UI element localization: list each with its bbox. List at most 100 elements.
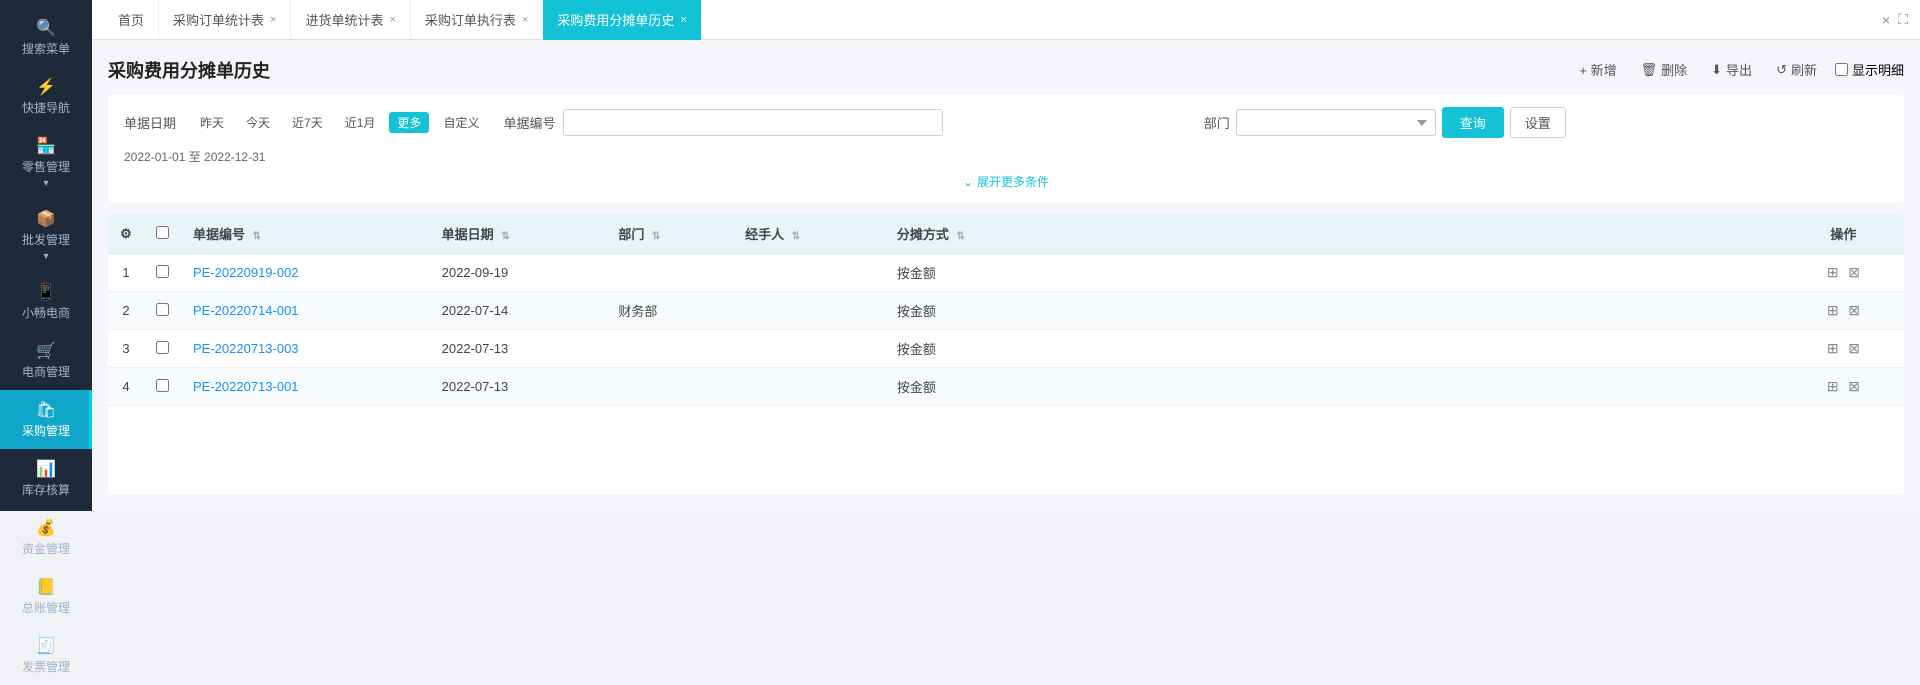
more-ops-icon[interactable]: ⊠ xyxy=(1848,302,1860,318)
refresh-button[interactable]: ↺ 刷新 xyxy=(1770,56,1823,83)
export-button[interactable]: ⬇ 导出 xyxy=(1705,56,1758,83)
tab-close-icon[interactable]: × xyxy=(522,14,528,26)
row-handler xyxy=(733,292,885,330)
row-dept xyxy=(606,330,733,368)
settings-button[interactable]: 设置 xyxy=(1510,107,1566,138)
select-all-checkbox[interactable] xyxy=(156,226,169,239)
show-cols-checkbox[interactable]: 显示明细 xyxy=(1835,60,1904,79)
sidebar-item-wholesale[interactable]: 📦批发管理 ▾ xyxy=(0,199,92,272)
tab-label: 进货单统计表 xyxy=(305,10,383,29)
sidebar-item-invoice[interactable]: 🧾发票管理 xyxy=(0,626,92,685)
sidebar-item-retail[interactable]: 🏪零售管理 ▾ xyxy=(0,126,92,199)
sidebar-item-purchase[interactable]: 🛍 采购管理 xyxy=(0,390,92,449)
sort-doc-date-icon[interactable]: ⇅ xyxy=(501,231,509,242)
page-content: 采购费用分摊单历史 + 新增 🗑 删除 ⬇ 导出 ↺ 刷新 显示明细 xyxy=(92,40,1920,511)
header-actions: + 新增 🗑 删除 ⬇ 导出 ↺ 刷新 显示明细 xyxy=(1573,56,1904,83)
sort-dept-icon[interactable]: ⇅ xyxy=(652,231,660,242)
row-doc-num: PE-20220713-003 xyxy=(181,330,430,368)
row-ops: ⊞ ⊠ xyxy=(1783,292,1904,330)
row-checkbox[interactable] xyxy=(156,303,169,316)
edit-icon[interactable]: ⊞ xyxy=(1827,264,1839,280)
col-split-method: 分摊方式 ⇅ xyxy=(885,214,1783,254)
edit-icon[interactable]: ⊞ xyxy=(1827,302,1839,318)
dept-select[interactable] xyxy=(1236,109,1436,136)
tab-purchase-fee-history[interactable]: 采购费用分摊单历史× xyxy=(543,0,701,40)
row-dept xyxy=(606,254,733,292)
edit-icon[interactable]: ⊞ xyxy=(1827,340,1839,356)
row-doc-date: 2022-09-19 xyxy=(430,254,607,292)
filter-bar: 单据日期 昨天 今天 近7天 近1月 更多 自定义 单据编号 部门 xyxy=(108,95,1904,202)
tab-purchase-order-stat[interactable]: 采购订单统计表× xyxy=(159,0,291,40)
sidebar-item-quicknav[interactable]: ⚡快捷导航 xyxy=(0,67,92,126)
more-ops-icon[interactable]: ⊠ xyxy=(1848,340,1860,356)
purchase-icon: 🛍 xyxy=(4,400,88,420)
arrow-icon: ▾ xyxy=(43,178,48,189)
window-close-icon[interactable]: × xyxy=(1882,12,1890,28)
delete-button[interactable]: 🗑 删除 xyxy=(1635,56,1694,83)
tab-label: 采购订单执行表 xyxy=(425,10,516,29)
col-settings[interactable]: ⚙ xyxy=(108,214,144,254)
retail-icon: 🏪 xyxy=(4,136,88,156)
dept-label: 部门 xyxy=(1204,113,1230,132)
show-cols-input[interactable] xyxy=(1835,63,1848,76)
sort-split-icon[interactable]: ⇅ xyxy=(956,231,964,242)
sidebar-item-label: 小畅电商 xyxy=(4,304,88,321)
table-row: 4 PE-20220713-001 2022-07-13 按金额 ⊞ ⊠ xyxy=(108,368,1904,406)
col-ops: 操作 xyxy=(1783,214,1904,254)
mobile-icon: 📱 xyxy=(4,282,88,302)
sort-doc-num-icon[interactable]: ⇅ xyxy=(253,231,261,242)
date-btn-more[interactable]: 更多 xyxy=(389,112,429,133)
date-btn-7days[interactable]: 近7天 xyxy=(284,112,331,133)
sidebar-item-label: 电商管理 xyxy=(4,363,88,380)
row-handler xyxy=(733,330,885,368)
sidebar-item-label: 采购管理 xyxy=(4,422,88,439)
tab-close-icon[interactable]: × xyxy=(680,14,686,26)
table-header: ⚙ 单据编号 ⇅ 单据日期 ⇅ 部门 xyxy=(108,214,1904,254)
doc-num-link[interactable]: PE-20220713-001 xyxy=(193,379,299,394)
row-handler xyxy=(733,368,885,406)
date-btn-today[interactable]: 今天 xyxy=(238,112,278,133)
sidebar-item-mobile[interactable]: 📱 小畅电商 xyxy=(0,272,92,331)
date-btn-custom[interactable]: 自定义 xyxy=(435,112,487,133)
row-checkbox[interactable] xyxy=(156,379,169,392)
date-btn-yesterday[interactable]: 昨天 xyxy=(192,112,232,133)
sort-handler-icon[interactable]: ⇅ xyxy=(792,231,800,242)
expand-button[interactable]: ⌄ 展开更多条件 xyxy=(963,173,1049,190)
row-ops: ⊞ ⊠ xyxy=(1783,368,1904,406)
row-checkbox[interactable] xyxy=(156,265,169,278)
doc-num-link[interactable]: PE-20220919-002 xyxy=(193,265,299,280)
main-area: 首页采购订单统计表×进货单统计表×采购订单执行表×采购费用分摊单历史× × ⛶ … xyxy=(92,0,1920,511)
doc-num-link[interactable]: PE-20220713-003 xyxy=(193,341,299,356)
sidebar-item-ledger[interactable]: 📒总账管理 xyxy=(0,567,92,626)
sidebar-item-finance[interactable]: 💰资金管理 xyxy=(0,508,92,567)
edit-icon[interactable]: ⊞ xyxy=(1827,378,1839,394)
table-row: 1 PE-20220919-002 2022-09-19 按金额 ⊞ ⊠ xyxy=(108,254,1904,292)
col-doc-num: 单据编号 ⇅ xyxy=(181,214,430,254)
tab-purchase-order-exec[interactable]: 采购订单执行表 × xyxy=(411,0,543,40)
more-ops-icon[interactable]: ⊠ xyxy=(1848,378,1860,394)
wholesale-icon: 📦 xyxy=(4,209,88,229)
sidebar-item-inventory[interactable]: 📊库存核算 xyxy=(0,449,92,508)
sidebar-item-ecom[interactable]: 🛒电商管理 xyxy=(0,331,92,390)
doc-num-filter: 单据编号 xyxy=(503,109,1187,136)
query-button[interactable]: 查询 xyxy=(1442,107,1504,138)
dept-filter: 部门 查询 设置 xyxy=(1204,107,1888,138)
doc-num-input[interactable] xyxy=(563,109,943,136)
search-icon: 🔍 xyxy=(4,18,88,38)
row-checkbox-cell xyxy=(144,292,181,330)
add-button[interactable]: + 新增 xyxy=(1573,56,1622,83)
col-handler: 经手人 ⇅ xyxy=(733,214,885,254)
window-max-icon[interactable]: ⛶ xyxy=(1898,11,1908,28)
row-split-method: 按金额 xyxy=(885,292,1783,330)
doc-num-link[interactable]: PE-20220714-001 xyxy=(193,303,299,318)
tab-home[interactable]: 首页 xyxy=(104,0,159,40)
date-btn-1month[interactable]: 近1月 xyxy=(337,112,384,133)
row-checkbox[interactable] xyxy=(156,341,169,354)
sidebar-item-search[interactable]: 🔍搜索菜单 xyxy=(0,8,92,67)
tab-close-icon[interactable]: × xyxy=(270,14,276,26)
filter-dates: 昨天 今天 近7天 近1月 更多 自定义 xyxy=(192,112,487,133)
row-doc-num: PE-20220713-001 xyxy=(181,368,430,406)
tab-goods-in-stat[interactable]: 进货单统计表 × xyxy=(291,0,410,40)
more-ops-icon[interactable]: ⊠ xyxy=(1848,264,1860,280)
tab-close-icon[interactable]: × xyxy=(389,14,395,26)
